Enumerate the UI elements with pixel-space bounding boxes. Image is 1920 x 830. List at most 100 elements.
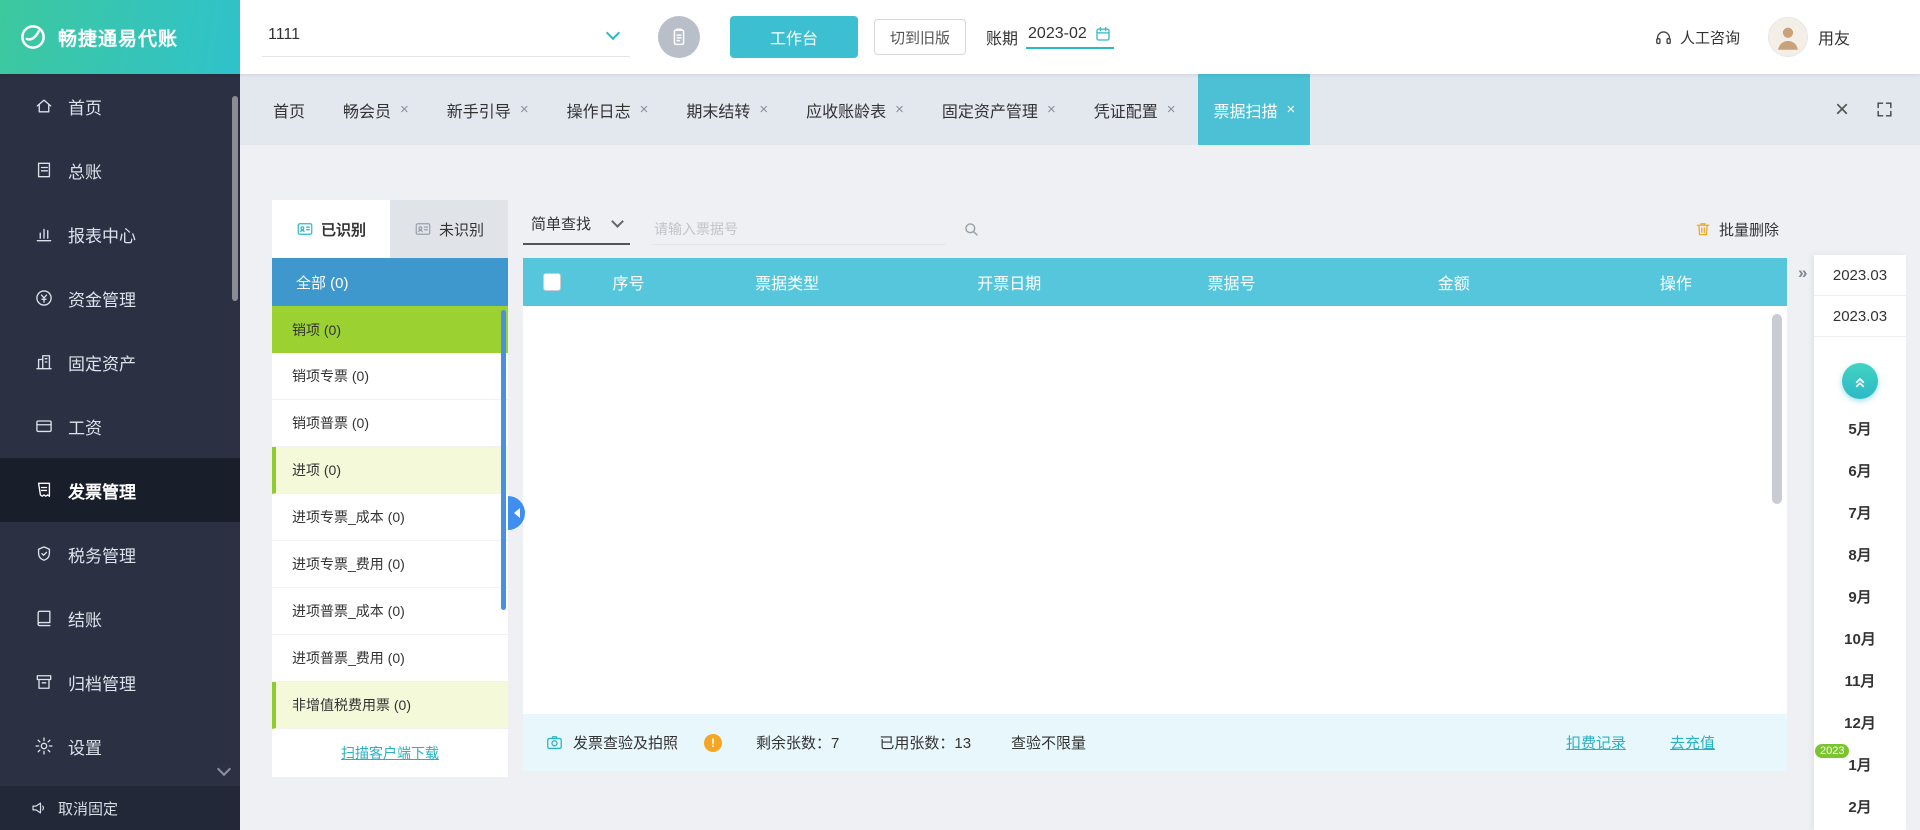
sidebar-item-label: 资金管理 [68, 290, 136, 310]
used-count: 已用张数：13 [879, 735, 972, 752]
table-toolbar: 简单查找 批量删除 [523, 200, 1787, 258]
month-item-feb[interactable]: 2月 [1814, 785, 1906, 827]
period-item[interactable]: 2023.03 [1814, 296, 1906, 337]
tab-receivable-aging[interactable]: 应收账龄表 × [791, 74, 919, 145]
sidebar-item-label: 结账 [68, 610, 102, 630]
tab-close-icon[interactable]: × [1287, 101, 1296, 118]
sidebar-item-settings[interactable]: 设置 [0, 714, 240, 778]
avatar[interactable] [1767, 17, 1808, 57]
fullscreen-icon[interactable] [1875, 100, 1894, 119]
search-mode-dropdown[interactable]: 简单查找 [523, 213, 631, 245]
period-picker[interactable]: 2023-02 [1026, 25, 1114, 49]
category-sales-general[interactable]: 销项普票 (0) [272, 400, 508, 447]
period-item[interactable]: 2023.03 [1814, 255, 1906, 296]
unpin-sidebar-button[interactable]: 取消固定 [0, 786, 240, 830]
sidebar-item-home[interactable]: 首页 [0, 74, 240, 138]
batch-delete-button[interactable]: 批量删除 [1694, 219, 1779, 240]
top-header: 畅捷通易代账 1111 工作台 切到旧版 账期 2023-02 人工咨询 用友 [0, 0, 1920, 74]
brand-logo: 畅捷通易代账 [0, 0, 240, 74]
sidebar-item-payroll[interactable]: 工资 [0, 394, 240, 458]
unpin-label: 取消固定 [58, 800, 119, 818]
sidebar-item-report-center[interactable]: 报表中心 [0, 202, 240, 266]
tab-voucher-config[interactable]: 凭证配置 × [1079, 74, 1191, 145]
tab-recognized[interactable]: 已识别 [272, 200, 390, 258]
category-input-general-cost[interactable]: 进项普票_成本 (0) [272, 588, 508, 635]
recharge-link[interactable]: 去充值 [1670, 732, 1715, 753]
tab-close-icon[interactable]: × [1047, 101, 1056, 118]
category-all[interactable]: 全部 (0) [272, 258, 508, 306]
tab-close-icon[interactable]: × [640, 101, 649, 118]
category-input[interactable]: 进项 (0) [272, 447, 508, 494]
month-item-jan[interactable]: 2023 1月 [1814, 743, 1906, 785]
tab-close-icon[interactable]: × [400, 101, 409, 118]
sidebar-item-label: 工资 [68, 418, 102, 438]
double-chevron-up-icon [1855, 378, 1865, 388]
sidebar-item-label: 发票管理 [68, 482, 136, 502]
fee-record-link[interactable]: 扣费记录 [1566, 732, 1626, 753]
workbench-button[interactable]: 工作台 [730, 16, 858, 58]
sidebar-item-tax-management[interactable]: 税务管理 [0, 522, 240, 586]
search-icon[interactable] [962, 220, 981, 239]
sidebar-item-fixed-assets[interactable]: 固定资产 [0, 330, 240, 394]
sidebar-item-fund-management[interactable]: 资金管理 [0, 266, 240, 330]
company-selector[interactable]: 1111 [262, 18, 630, 57]
sidebar-item-label: 报表中心 [68, 226, 136, 246]
table-scrollbar[interactable] [1772, 314, 1782, 504]
category-input-special-cost[interactable]: 进项专票_成本 (0) [272, 494, 508, 541]
invoice-number-input[interactable] [652, 213, 947, 245]
info-icon[interactable]: ! [704, 733, 723, 752]
tab-close-icon[interactable]: × [895, 101, 904, 118]
month-item-jun[interactable]: 6月 [1814, 449, 1906, 491]
task-clipboard-icon[interactable] [658, 16, 700, 58]
tab-period-end-carryover[interactable]: 期末结转 × [671, 74, 783, 145]
year-badge: 2023 [1815, 744, 1850, 758]
category-non-vat[interactable]: 非增值税费用票 (0) [272, 682, 508, 729]
month-item-dec[interactable]: 12月 [1814, 701, 1906, 743]
old-version-button[interactable]: 切到旧版 [874, 19, 967, 55]
category-sales[interactable]: 销项 (0) [272, 306, 508, 353]
tab-close-icon[interactable]: × [1167, 101, 1176, 118]
tab-close-icon[interactable]: × [759, 101, 768, 118]
month-item-nov[interactable]: 11月 [1814, 659, 1906, 701]
column-actions: 操作 [1659, 276, 1692, 293]
expand-date-panel-icon[interactable]: » [1798, 263, 1807, 283]
month-item-may[interactable]: 5月 [1814, 407, 1906, 449]
sidebar-item-closing[interactable]: 结账 [0, 586, 240, 650]
month-item-oct[interactable]: 10月 [1814, 617, 1906, 659]
tab-home[interactable]: 首页 [258, 74, 320, 145]
tab-beginner-guide[interactable]: 新手引导 × [432, 74, 544, 145]
month-item-aug[interactable]: 8月 [1814, 533, 1906, 575]
select-all-checkbox[interactable] [543, 273, 561, 291]
sidebar-item-label: 税务管理 [68, 546, 136, 566]
tab-close-icon[interactable]: × [520, 101, 529, 118]
close-icon[interactable]: × [1835, 97, 1849, 122]
scan-client-download-link[interactable]: 扫描客户端下载 [272, 729, 508, 777]
support-label: 人工咨询 [1679, 29, 1740, 47]
month-item-sep[interactable]: 9月 [1814, 575, 1906, 617]
sidebar-item-archive-management[interactable]: 归档管理 [0, 650, 240, 714]
support-link[interactable]: 人工咨询 [1654, 27, 1740, 48]
category-input-general-expense[interactable]: 进项普票_费用 (0) [272, 635, 508, 682]
sidebar-scrollbar[interactable] [232, 96, 238, 301]
month-item-jul[interactable]: 7月 [1814, 491, 1906, 533]
category-input-special-expense[interactable]: 进项专票_费用 (0) [272, 541, 508, 588]
id-card-icon [414, 220, 432, 238]
tab-operation-log[interactable]: 操作日志 × [552, 74, 664, 145]
sidebar-item-general-ledger[interactable]: 总账 [0, 138, 240, 202]
category-scrollbar[interactable] [501, 310, 506, 610]
sidebar-item-invoice-management[interactable]: 发票管理 [0, 458, 240, 522]
invoice-verify-photo[interactable]: 发票查验及拍照 [545, 732, 678, 753]
username[interactable]: 用友 [1818, 25, 1850, 49]
user-icon [1778, 27, 1798, 50]
tab-fixed-asset-mgmt[interactable]: 固定资产管理 × [927, 74, 1071, 145]
tab-invoice-scan[interactable]: 票据扫描 × [1198, 74, 1311, 145]
period-sidebar: 2023.03 2023.03 5月 6月 7月 8月 9月 10月 11月 1… [1814, 255, 1906, 830]
tab-member[interactable]: 畅会员 × [328, 74, 424, 145]
tab-unrecognized[interactable]: 未识别 [390, 200, 508, 258]
table-body-empty [523, 306, 1787, 714]
sidebar-nav: 首页 总账 报表中心 资金管理 固定资产 工资 发票管理 税务管理 结账 归档管… [0, 74, 240, 830]
id-card-icon [296, 220, 314, 238]
scroll-top-button[interactable] [1842, 363, 1878, 399]
category-sales-special[interactable]: 销项专票 (0) [272, 353, 508, 400]
open-tabs-bar: 首页 畅会员 × 新手引导 × 操作日志 × 期末结转 × 应收账龄表 × 固定… [240, 74, 1920, 145]
